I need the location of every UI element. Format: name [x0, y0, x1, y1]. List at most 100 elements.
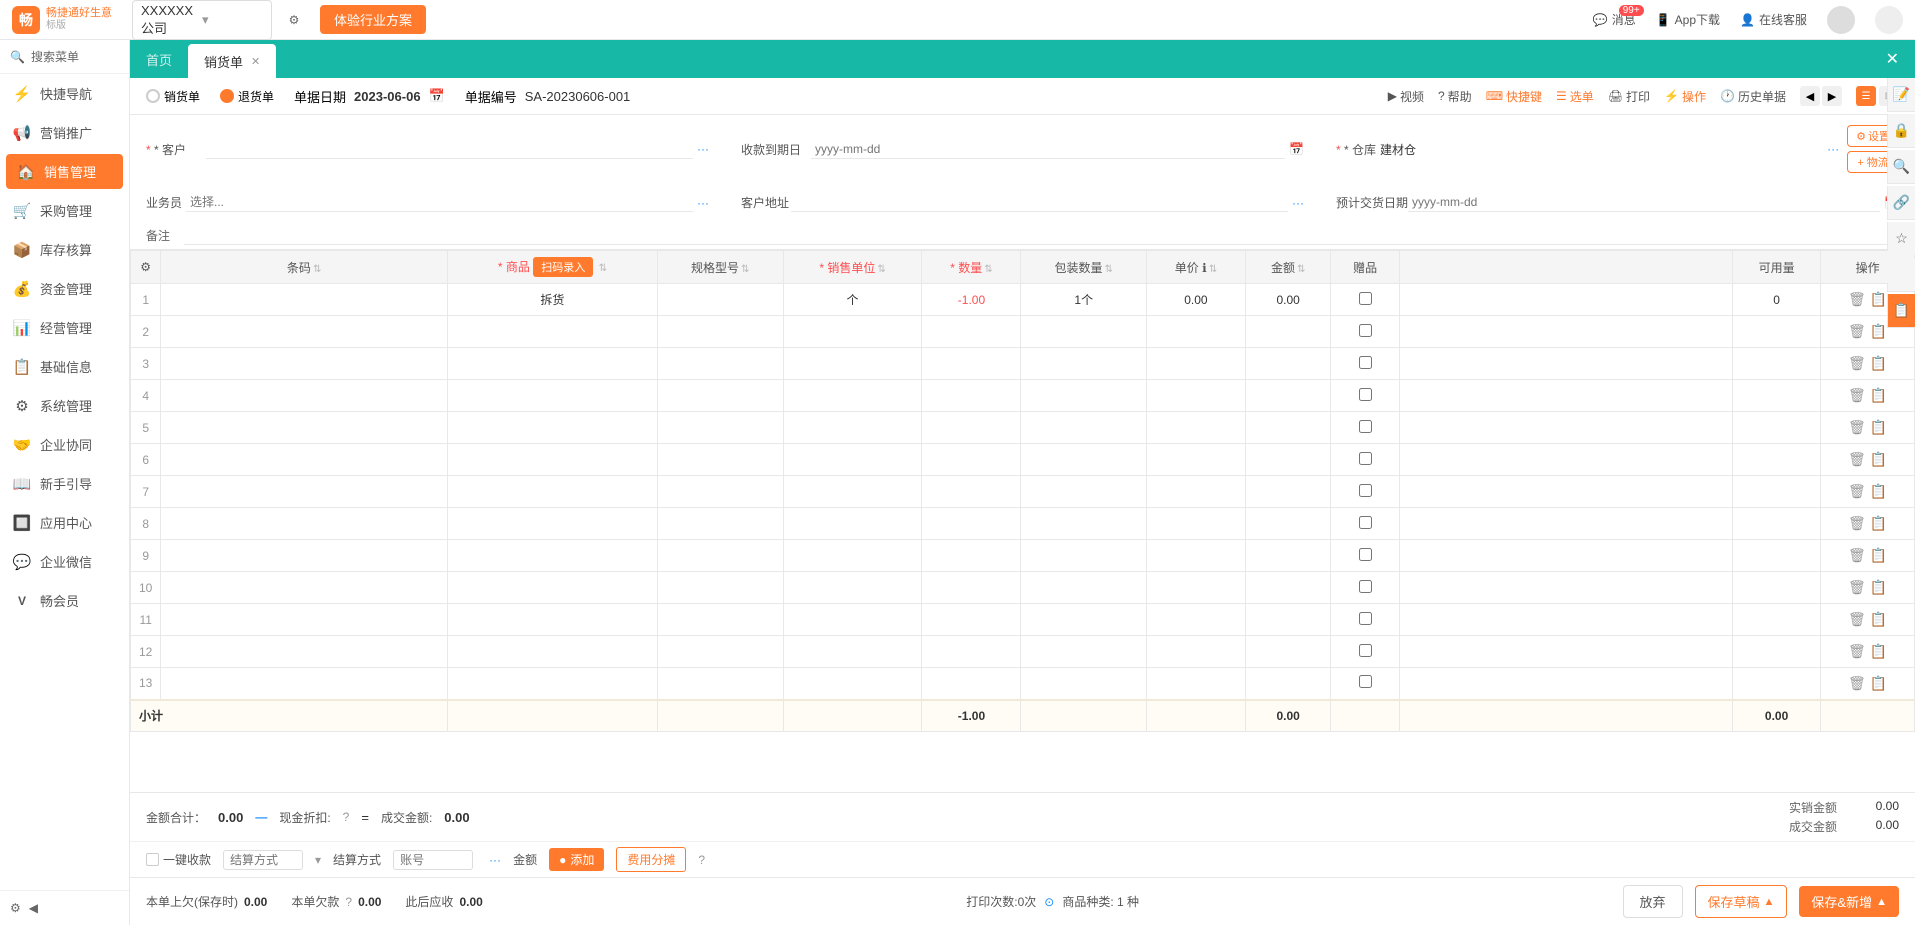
sidebar-item-enterprise[interactable]: 🤝 企业协同	[0, 425, 129, 464]
history-btn[interactable]: 🕐 历史单据	[1720, 88, 1786, 105]
row-qty[interactable]	[922, 636, 1021, 668]
copy-icon[interactable]: 📋	[1870, 387, 1887, 404]
float-note[interactable]: 📝	[1887, 78, 1915, 112]
row-unit[interactable]	[783, 668, 922, 700]
tab-home[interactable]: 首页	[130, 40, 188, 78]
row-barcode[interactable]	[161, 508, 448, 540]
table-container[interactable]: ⚙ 条码⇅ * 商品 扫码录入 ⇅ 规格型号⇅ * 销售单位⇅ * 数量⇅ 包装…	[130, 250, 1915, 792]
row-pack-qty[interactable]	[1021, 572, 1147, 604]
tab-bar-close-btn[interactable]: ✕	[1878, 49, 1907, 69]
online-service-button[interactable]: 👤 在线客服	[1740, 11, 1807, 28]
delete-icon[interactable]: 🗑	[1848, 419, 1866, 436]
row-unit-price[interactable]	[1147, 380, 1246, 412]
row-gift[interactable]	[1331, 444, 1399, 476]
row-unit[interactable]	[783, 380, 922, 412]
row-product[interactable]	[447, 508, 657, 540]
row-unit-price[interactable]	[1147, 572, 1246, 604]
row-barcode[interactable]	[161, 604, 448, 636]
float-link[interactable]: 🔗	[1887, 186, 1915, 220]
row-amount[interactable]	[1245, 604, 1331, 636]
row-spec[interactable]	[657, 444, 783, 476]
radio-return-order[interactable]: 退货单	[220, 88, 274, 105]
row-pack-qty[interactable]	[1021, 444, 1147, 476]
row-spec[interactable]	[657, 572, 783, 604]
sidebar-item-purchase[interactable]: 🛒 采购管理	[0, 191, 129, 230]
row-qty[interactable]	[922, 604, 1021, 636]
row-product[interactable]	[447, 668, 657, 700]
salesperson-input[interactable]	[186, 193, 693, 212]
list-view-icon[interactable]: ☰	[1856, 86, 1876, 106]
row-spec[interactable]	[657, 508, 783, 540]
row-unit-price[interactable]	[1147, 508, 1246, 540]
note-input[interactable]	[184, 226, 1899, 245]
row-pack-qty[interactable]	[1021, 348, 1147, 380]
row-unit-price[interactable]	[1147, 636, 1246, 668]
sidebar-item-quick-nav[interactable]: ⚡ 快捷导航	[0, 74, 129, 113]
add-button[interactable]: ● 添加	[549, 848, 604, 871]
row-unit[interactable]	[783, 508, 922, 540]
help-btn[interactable]: ? 帮助	[1438, 88, 1472, 105]
delete-icon[interactable]: 🗑	[1848, 355, 1866, 372]
copy-icon[interactable]: 📋	[1870, 451, 1887, 468]
row-amount[interactable]	[1245, 668, 1331, 700]
save-new-button[interactable]: 保存&新增 ▲	[1799, 886, 1899, 917]
search-menu[interactable]: 🔍 搜索菜单	[0, 40, 129, 74]
delete-icon[interactable]: 🗑	[1848, 323, 1866, 340]
row-amount[interactable]	[1245, 476, 1331, 508]
row-unit[interactable]	[783, 604, 922, 636]
warehouse-more-icon[interactable]: ···	[1827, 142, 1839, 156]
row-spec[interactable]	[657, 604, 783, 636]
save-draft-chevron-icon[interactable]: ▲	[1764, 896, 1775, 908]
customer-addr-input[interactable]	[791, 193, 1288, 212]
row-amount[interactable]	[1245, 412, 1331, 444]
sidebar-item-inventory[interactable]: 📦 库存核算	[0, 230, 129, 269]
col-gear[interactable]: ⚙	[131, 251, 161, 284]
row-spec[interactable]	[657, 476, 783, 508]
row-amount[interactable]	[1245, 380, 1331, 412]
delete-icon[interactable]: 🗑	[1848, 579, 1866, 596]
row-unit-price[interactable]	[1147, 668, 1246, 700]
one-click-pay-checkbox[interactable]: 一键收款	[146, 851, 211, 868]
sidebar-item-operations[interactable]: 📊 经营管理	[0, 308, 129, 347]
row-unit[interactable]	[783, 444, 922, 476]
row-gift[interactable]	[1331, 284, 1399, 316]
delete-icon[interactable]: 🗑	[1848, 387, 1866, 404]
info-icon[interactable]: ?	[343, 810, 350, 824]
row-unit[interactable]: 个	[783, 284, 922, 316]
row-qty[interactable]	[922, 316, 1021, 348]
message-button[interactable]: 💬 消息 99+	[1593, 11, 1636, 28]
row-spec[interactable]	[657, 316, 783, 348]
row-barcode[interactable]	[161, 476, 448, 508]
row-barcode[interactable]	[161, 348, 448, 380]
copy-icon[interactable]: 📋	[1870, 355, 1887, 372]
row-remark[interactable]	[1399, 604, 1732, 636]
row-pack-qty[interactable]	[1021, 412, 1147, 444]
row-product[interactable]	[447, 316, 657, 348]
calc-method-chevron[interactable]: ▾	[315, 853, 321, 867]
row-barcode[interactable]	[161, 572, 448, 604]
row-spec[interactable]	[657, 540, 783, 572]
row-product[interactable]	[447, 476, 657, 508]
fee-info-icon[interactable]: ?	[698, 853, 705, 867]
account-more-icon[interactable]: ···	[489, 853, 501, 867]
next-arrow[interactable]: ▶	[1822, 86, 1842, 106]
print-btn[interactable]: 🖨 打印	[1608, 88, 1650, 105]
row-qty[interactable]	[922, 444, 1021, 476]
row-gift[interactable]	[1331, 380, 1399, 412]
row-qty[interactable]	[922, 508, 1021, 540]
row-unit-price[interactable]	[1147, 316, 1246, 348]
copy-icon[interactable]: 📋	[1870, 515, 1887, 532]
save-draft-button[interactable]: 保存草稿 ▲	[1695, 885, 1788, 918]
row-qty[interactable]	[922, 572, 1021, 604]
row-gift[interactable]	[1331, 508, 1399, 540]
row-barcode[interactable]	[161, 668, 448, 700]
row-remark[interactable]	[1399, 668, 1732, 700]
row-gift[interactable]	[1331, 348, 1399, 380]
row-remark[interactable]	[1399, 444, 1732, 476]
row-amount[interactable]	[1245, 316, 1331, 348]
row-spec[interactable]	[657, 668, 783, 700]
sidebar-item-sales[interactable]: 🏠 销售管理	[6, 154, 123, 189]
row-pack-qty[interactable]	[1021, 316, 1147, 348]
delete-icon[interactable]: 🗑	[1848, 483, 1866, 500]
row-remark[interactable]	[1399, 412, 1732, 444]
